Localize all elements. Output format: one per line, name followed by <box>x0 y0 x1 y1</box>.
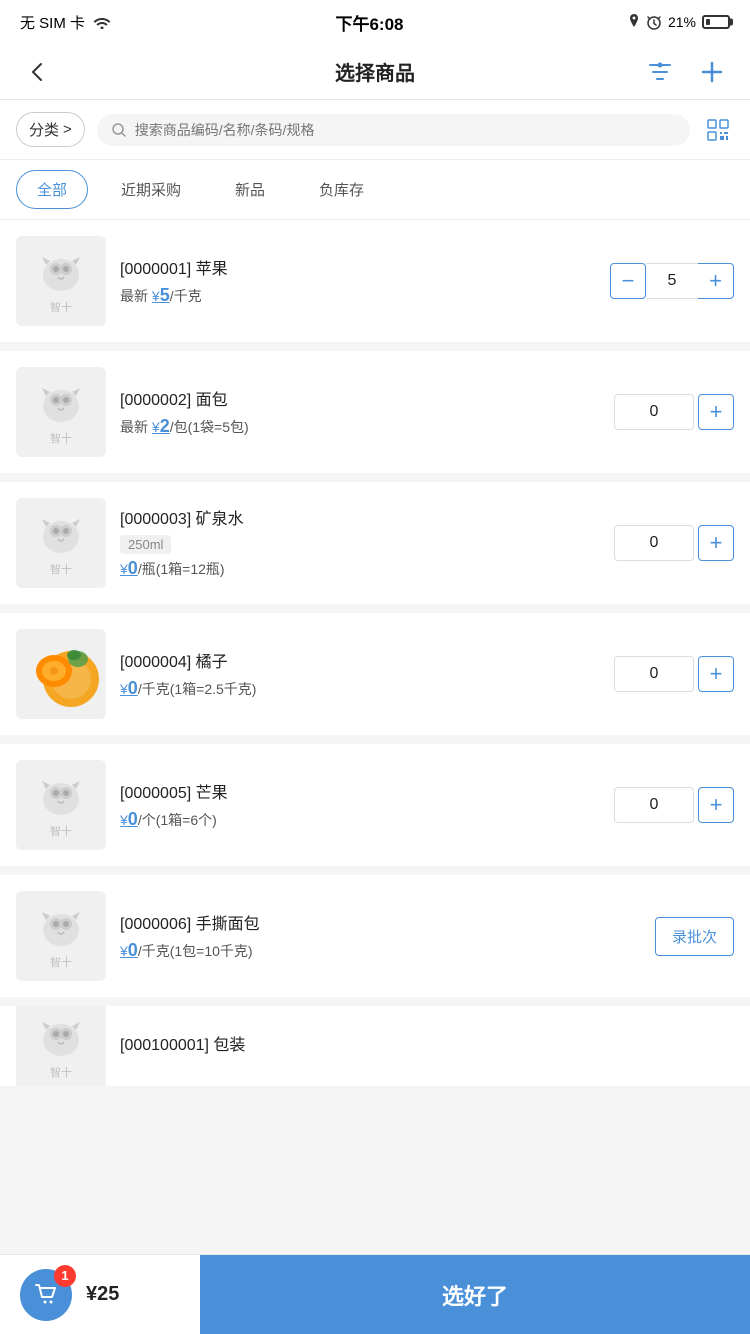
qty-input[interactable] <box>614 525 694 561</box>
product-name: [0000004] 橘子 <box>120 648 600 672</box>
status-right: 21% <box>628 14 730 30</box>
product-info-0000003: [0000003] 矿泉水 250ml ¥0/瓶(1箱=12瓶) <box>120 505 600 581</box>
product-image-0000006: 智十 <box>16 891 106 981</box>
qty-input[interactable] <box>614 656 694 692</box>
category-chevron: > <box>63 121 72 138</box>
qty-input[interactable] <box>646 263 698 299</box>
tab-recent[interactable]: 近期采购 <box>100 170 202 209</box>
qty-minus-button[interactable]: − <box>610 263 646 299</box>
product-info-0000005: [0000005] 芒果 ¥0/个(1箱=6个) <box>120 779 600 832</box>
bottom-bar: 1 ¥25 选好了 <box>0 1254 750 1334</box>
back-button[interactable] <box>20 54 56 90</box>
product-name: [0000003] 矿泉水 <box>120 505 600 529</box>
qty-plus-button[interactable]: + <box>698 656 734 692</box>
tab-bar: 全部 近期采购 新品 负库存 <box>0 160 750 220</box>
product-list: 智十 [0000001] 苹果 最新 ¥5/千克 − + <box>0 220 750 1086</box>
product-name: [0000002] 面包 <box>120 386 600 410</box>
product-item: [0000004] 橘子 ¥0/千克(1箱=2.5千克) + <box>0 613 750 735</box>
qty-control-0000005: + <box>614 787 734 823</box>
orange-image <box>16 629 106 719</box>
tab-all[interactable]: 全部 <box>16 170 88 209</box>
owl-icon: 智十 <box>26 901 96 971</box>
product-price: ¥0/千克(1箱=2.5千克) <box>120 678 600 699</box>
search-icon <box>111 122 127 138</box>
add-button[interactable] <box>694 54 730 90</box>
batch-button[interactable]: 录批次 <box>655 917 734 956</box>
product-price: ¥0/瓶(1箱=12瓶) <box>120 558 600 579</box>
qty-input[interactable] <box>614 787 694 823</box>
nav-actions <box>642 54 730 90</box>
qty-control-0000003: + <box>614 525 734 561</box>
qty-plus-button[interactable]: + <box>698 394 734 430</box>
filter-button[interactable] <box>642 54 678 90</box>
product-name: [000100001] 包装 <box>120 1031 734 1055</box>
product-image-0000003: 智十 <box>16 498 106 588</box>
product-info-0000001: [0000001] 苹果 最新 ¥5/千克 <box>120 255 596 308</box>
product-info-0000004: [0000004] 橘子 ¥0/千克(1箱=2.5千克) <box>120 648 600 701</box>
qty-control-0000004: + <box>614 656 734 692</box>
confirm-button[interactable]: 选好了 <box>200 1255 750 1334</box>
product-item: 智十 [0000006] 手撕面包 ¥0/千克(1包=10千克) 录批次 <box>0 875 750 997</box>
product-item: 智十 [000100001] 包装 <box>0 1006 750 1086</box>
wifi-icon <box>93 15 111 29</box>
status-left: 无 SIM 卡 <box>20 12 111 33</box>
product-image-000100001: 智十 <box>16 1006 106 1086</box>
qty-plus-button[interactable]: + <box>698 787 734 823</box>
cart-section: 1 ¥25 <box>0 1269 200 1321</box>
owl-icon: 智十 <box>26 377 96 447</box>
product-price: ¥0/千克(1包=10千克) <box>120 940 641 961</box>
product-item: 智十 [0000001] 苹果 最新 ¥5/千克 − + <box>0 220 750 342</box>
scan-button[interactable] <box>702 114 734 146</box>
status-bar: 无 SIM 卡 下午6:08 21% <box>0 0 750 44</box>
alarm-icon <box>646 14 662 30</box>
product-price: 最新 ¥5/千克 <box>120 285 596 306</box>
owl-icon: 智十 <box>26 1011 96 1081</box>
tab-negative[interactable]: 负库存 <box>298 170 385 209</box>
product-info-0000006: [0000006] 手撕面包 ¥0/千克(1包=10千克) <box>120 910 641 963</box>
location-icon <box>628 14 640 30</box>
product-info-000100001: [000100001] 包装 <box>120 1031 734 1061</box>
product-image-0000005: 智十 <box>16 760 106 850</box>
product-image-0000002: 智十 <box>16 367 106 457</box>
owl-icon: 智十 <box>26 508 96 578</box>
category-label: 分类 <box>29 119 59 140</box>
product-item: 智十 [0000003] 矿泉水 250ml ¥0/瓶(1箱=12瓶) + <box>0 482 750 604</box>
cart-button[interactable]: 1 <box>20 1269 72 1321</box>
owl-icon: 智十 <box>26 770 96 840</box>
product-price: ¥0/个(1箱=6个) <box>120 809 600 830</box>
product-image-0000001: 智十 <box>16 236 106 326</box>
product-spec: 250ml <box>120 535 171 554</box>
product-item: 智十 [0000005] 芒果 ¥0/个(1箱=6个) + <box>0 744 750 866</box>
product-image-0000004 <box>16 629 106 719</box>
cart-total: ¥25 <box>86 1283 119 1306</box>
search-box <box>97 114 690 146</box>
owl-icon: 智十 <box>26 246 96 316</box>
product-info-0000002: [0000002] 面包 最新 ¥2/包(1袋=5包) <box>120 386 600 439</box>
product-item: 智十 [0000002] 面包 最新 ¥2/包(1袋=5包) + <box>0 351 750 473</box>
qty-control-0000001: − + <box>610 263 734 299</box>
product-name: [0000006] 手撕面包 <box>120 910 641 934</box>
cart-badge: 1 <box>54 1265 76 1287</box>
battery-percentage: 21% <box>668 14 696 30</box>
page-title: 选择商品 <box>335 57 415 86</box>
search-input[interactable] <box>135 122 676 138</box>
filter-bar: 分类 > <box>0 100 750 160</box>
status-time: 下午6:08 <box>335 10 403 35</box>
nav-bar: 选择商品 <box>0 44 750 100</box>
category-button[interactable]: 分类 > <box>16 112 85 147</box>
tab-new[interactable]: 新品 <box>214 170 286 209</box>
product-name: [0000005] 芒果 <box>120 779 600 803</box>
carrier-text: 无 SIM 卡 <box>20 12 85 33</box>
battery-icon <box>702 15 730 29</box>
product-price: 最新 ¥2/包(1袋=5包) <box>120 416 600 437</box>
qty-plus-button[interactable]: + <box>698 525 734 561</box>
product-name: [0000001] 苹果 <box>120 255 596 279</box>
qty-control-0000002: + <box>614 394 734 430</box>
qty-plus-button[interactable]: + <box>698 263 734 299</box>
qty-input[interactable] <box>614 394 694 430</box>
